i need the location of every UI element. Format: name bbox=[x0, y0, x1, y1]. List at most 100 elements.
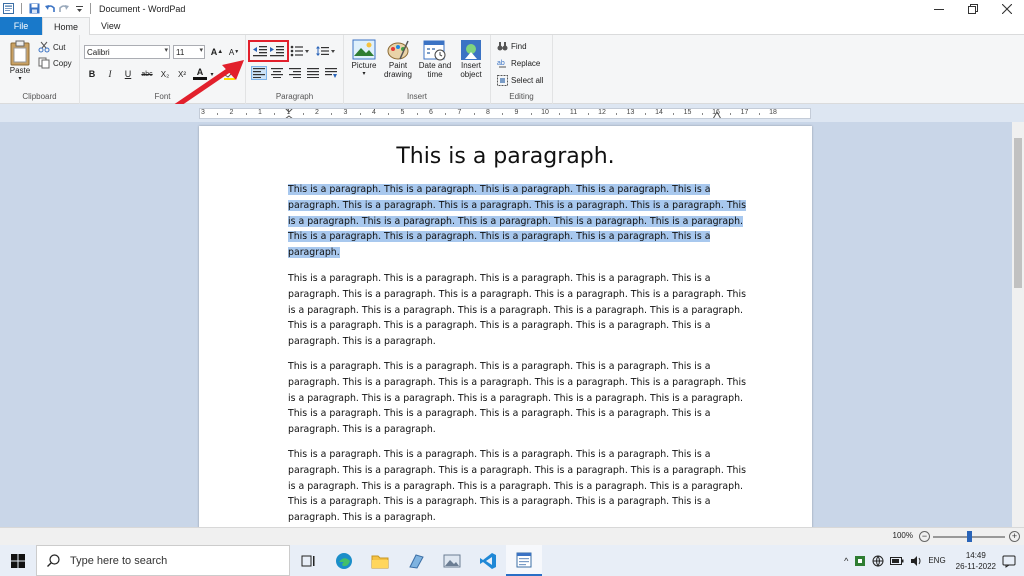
line-spacing-button[interactable] bbox=[315, 44, 337, 58]
paragraph-line-text: This is a paragraph. This is a paragraph… bbox=[288, 273, 711, 284]
line-spacing-icon bbox=[316, 46, 335, 56]
paragraph-line-text: is a paragraph. This is a paragraph. Thi… bbox=[288, 215, 744, 227]
windows-logo-icon bbox=[11, 553, 25, 568]
paragraph-line: is a paragraph. This is a paragraph. Thi… bbox=[288, 391, 743, 407]
font-family-select[interactable]: Calibri ▾ bbox=[84, 45, 170, 59]
editing-group: Find ab Replace Select all Editing bbox=[491, 35, 553, 104]
paragraph-line: paragraph. This is a paragraph. This is … bbox=[288, 463, 746, 479]
chevron-up-icon[interactable]: ^ bbox=[844, 556, 848, 566]
battery-icon[interactable] bbox=[890, 556, 904, 566]
selected-paragraph[interactable]: This is a paragraph. This is a paragraph… bbox=[288, 182, 746, 261]
copy-button[interactable]: Copy bbox=[38, 57, 72, 69]
align-right-button[interactable] bbox=[287, 66, 303, 80]
undo-icon[interactable] bbox=[43, 2, 56, 15]
redo-icon[interactable] bbox=[58, 2, 71, 15]
paragraph[interactable]: This is a paragraph. This is a paragraph… bbox=[288, 447, 746, 526]
paragraph[interactable]: This is a paragraph. This is a paragraph… bbox=[288, 271, 746, 350]
taskbar-wordpad[interactable] bbox=[506, 545, 542, 576]
replace-icon: ab bbox=[497, 60, 506, 68]
replace-button[interactable]: ab Replace bbox=[497, 58, 540, 69]
align-center-button[interactable] bbox=[269, 66, 285, 80]
bullets-button[interactable] bbox=[289, 44, 311, 58]
paragraph-line: paragraph. This is a paragraph. This is … bbox=[288, 287, 746, 303]
paragraph-line-text: paragraph. This is a paragraph. This is … bbox=[288, 376, 746, 388]
ruler-label: 1 bbox=[258, 109, 262, 116]
speaker-icon[interactable] bbox=[910, 555, 922, 567]
ruler-label: 14 bbox=[655, 109, 663, 116]
paragraph-line-text: This is a paragraph. This is a paragraph… bbox=[288, 449, 711, 460]
ribbon: Paste ▾ Cut Copy Clipboard Calibri ▾ 11 … bbox=[0, 35, 1024, 104]
ruler-label: 13 bbox=[626, 109, 635, 116]
tab-view[interactable]: View bbox=[90, 17, 131, 35]
ruler-tick bbox=[274, 113, 276, 115]
paste-button[interactable]: Paste ▾ bbox=[6, 40, 34, 84]
clock-time: 14:49 bbox=[965, 550, 986, 560]
taskbar-search-box[interactable]: Type here to search bbox=[36, 545, 290, 576]
clipboard-group: Paste ▾ Cut Copy Clipboard bbox=[0, 35, 80, 104]
tab-file[interactable]: File bbox=[0, 17, 42, 35]
close-button[interactable] bbox=[990, 0, 1024, 17]
ruler-tick bbox=[445, 113, 447, 115]
paragraph-line: paragraph. This is a paragraph. This is … bbox=[288, 198, 746, 214]
paint-drawing-button[interactable]: Paint drawing bbox=[382, 39, 414, 79]
ribbon-tabs: File Home View bbox=[0, 17, 1024, 36]
network-globe-icon[interactable] bbox=[872, 555, 884, 567]
clock[interactable]: 14:49 26-11-2022 bbox=[956, 550, 996, 572]
zoom-slider-thumb[interactable] bbox=[967, 531, 972, 542]
zoom-in-button[interactable]: + bbox=[1009, 531, 1020, 542]
paragraph[interactable]: This is a paragraph. This is a paragraph… bbox=[288, 359, 746, 438]
minimize-button[interactable] bbox=[922, 0, 956, 17]
customize-toolbar-icon[interactable] bbox=[73, 2, 86, 15]
find-button[interactable]: Find bbox=[497, 41, 527, 52]
select-all-button[interactable]: Select all bbox=[497, 75, 543, 86]
strikethrough-button[interactable]: abc bbox=[138, 67, 156, 81]
copy-label: Copy bbox=[53, 58, 72, 68]
picture-button[interactable]: Picture ▾ bbox=[347, 39, 381, 79]
task-view-button[interactable] bbox=[290, 545, 326, 576]
start-button[interactable] bbox=[0, 545, 36, 576]
underline-button[interactable]: U bbox=[121, 67, 135, 81]
taskbar-vscode[interactable] bbox=[470, 545, 506, 576]
paragraph-settings-button[interactable] bbox=[323, 66, 339, 80]
taskbar-edge[interactable] bbox=[326, 545, 362, 576]
taskbar-app-notes[interactable] bbox=[398, 545, 434, 576]
date-time-button[interactable]: Date and time bbox=[416, 39, 454, 79]
italic-button[interactable]: I bbox=[103, 67, 117, 81]
input-language[interactable]: ENG bbox=[928, 556, 945, 565]
restore-button[interactable] bbox=[956, 0, 990, 17]
ruler-label: 1 bbox=[286, 109, 291, 116]
paste-label: Paste bbox=[9, 66, 31, 75]
paragraph-line: This is a paragraph. This is a paragraph… bbox=[288, 359, 728, 375]
taskbar-file-explorer[interactable] bbox=[362, 545, 398, 576]
paste-icon bbox=[10, 40, 30, 66]
wordpad-app-icon bbox=[2, 2, 15, 15]
save-icon[interactable] bbox=[28, 2, 41, 15]
taskbar-app-photos[interactable] bbox=[434, 545, 470, 576]
folder-icon bbox=[371, 555, 389, 568]
cut-button[interactable]: Cut bbox=[38, 41, 65, 53]
scrollbar-thumb[interactable] bbox=[1014, 138, 1022, 288]
align-left-icon bbox=[253, 68, 265, 78]
notification-icon[interactable] bbox=[1002, 554, 1016, 568]
document-heading[interactable]: This is a paragraph. bbox=[199, 144, 812, 169]
document-page[interactable]: This is a paragraph. This is a paragraph… bbox=[199, 126, 812, 527]
bullet-list-icon bbox=[290, 45, 309, 57]
clipboard-group-label: Clipboard bbox=[22, 92, 57, 101]
paragraph-line: This is a paragraph. This is a paragraph… bbox=[288, 271, 728, 287]
align-left-button[interactable] bbox=[251, 66, 267, 80]
zoom-out-button[interactable]: − bbox=[919, 531, 930, 542]
insert-object-button[interactable]: Insert object bbox=[454, 39, 488, 79]
ruler-tick bbox=[473, 113, 475, 115]
justify-button[interactable] bbox=[305, 66, 321, 80]
insert-group-label: Insert bbox=[406, 92, 427, 101]
tab-home[interactable]: Home bbox=[42, 17, 91, 36]
calendar-clock-icon bbox=[423, 40, 446, 61]
ruler-label: 16 bbox=[712, 109, 720, 116]
vscode-icon bbox=[480, 552, 496, 569]
bold-button[interactable]: B bbox=[85, 67, 99, 81]
paragraph-line-text: This is a paragraph. This is a paragraph… bbox=[288, 231, 711, 243]
ruler[interactable]: 3 2 1 1 2 3 4 5 6 7 8 9 10 11 12 13 14 15 16 17 18 bbox=[199, 108, 811, 119]
paragraph-line: paragraph. This is a paragraph. bbox=[288, 422, 728, 438]
vertical-scrollbar[interactable] bbox=[1012, 122, 1024, 527]
app-tray-icon[interactable] bbox=[854, 555, 866, 567]
